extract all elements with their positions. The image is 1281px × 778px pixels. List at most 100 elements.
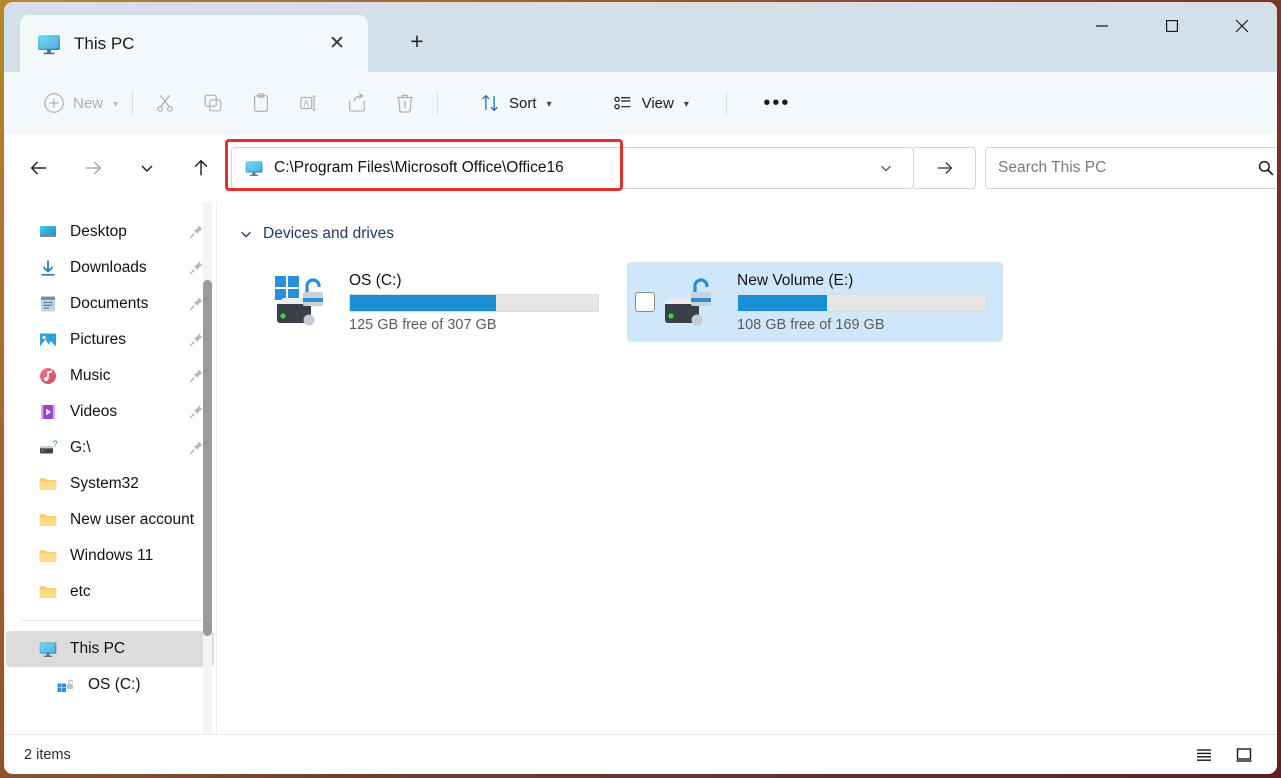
maximize-icon (1166, 20, 1179, 33)
explorer-body: Desktop Downloads Documents Pictures Mus… (4, 202, 1277, 734)
status-bar: 2 items (4, 734, 1277, 774)
details-view-button[interactable] (1187, 740, 1221, 770)
desktop-icon (40, 226, 56, 237)
search-input[interactable]: Search This PC (985, 147, 1277, 189)
sidebar-item-g-drive[interactable]: ? G:\ (6, 430, 214, 466)
sidebar-item-etc[interactable]: etc (6, 574, 214, 610)
devices-and-drives-header[interactable]: Devices and drives (239, 220, 394, 248)
close-button[interactable] (1207, 2, 1277, 50)
item-count-label: 2 items (24, 746, 71, 763)
details-view-icon (1197, 748, 1211, 761)
trash-icon (396, 94, 414, 113)
rename-button[interactable]: A (285, 83, 333, 123)
sidebar-item-pictures[interactable]: Pictures (6, 322, 214, 358)
new-button[interactable]: New ▾ (32, 83, 124, 123)
paste-button[interactable] (237, 83, 285, 123)
recent-locations-button[interactable] (126, 148, 168, 188)
address-row: C:\Program Files\Microsoft Office\Office… (4, 134, 1277, 202)
up-button[interactable] (180, 148, 222, 188)
sidebar-item-label: Downloads (70, 259, 147, 276)
sidebar-item-os-c[interactable]: OS (C:) (6, 667, 214, 703)
pin-icon[interactable] (188, 296, 204, 312)
sidebar-item-videos[interactable]: Videos (6, 394, 214, 430)
pin-icon[interactable] (188, 332, 204, 348)
drive-free-text: 108 GB free of 169 GB (737, 316, 885, 333)
sidebar-item-system32[interactable]: System32 (6, 466, 214, 502)
title-bar: This PC ✕ + (4, 2, 1277, 72)
search-placeholder: Search This PC (998, 159, 1107, 176)
sidebar-item-new-user-account[interactable]: New user account (6, 502, 214, 538)
address-bar-wrapper: C:\Program Files\Microsoft Office\Office… (225, 139, 914, 191)
cut-button[interactable] (141, 83, 189, 123)
scissors-icon (157, 94, 173, 112)
folder-icon (39, 478, 57, 490)
sidebar-scrollbar-thumb[interactable] (203, 280, 212, 636)
sidebar-item-this-pc[interactable]: This PC (6, 631, 214, 667)
svg-text:?: ? (53, 439, 58, 449)
toolbar-divider-3 (725, 91, 727, 115)
address-dropdown-button[interactable] (871, 153, 901, 183)
svg-text:A: A (304, 99, 310, 108)
maximize-button[interactable] (1137, 2, 1207, 50)
tab-title: This PC (74, 33, 135, 53)
drive-checkbox[interactable] (635, 292, 655, 312)
large-icons-view-button[interactable] (1227, 740, 1261, 770)
drive-icon: ? (40, 439, 58, 454)
sidebar-item-desktop[interactable]: Desktop (6, 214, 214, 250)
drive-name: OS (C:) (349, 271, 402, 289)
pin-icon[interactable] (188, 224, 204, 240)
view-toggle-group (1187, 740, 1261, 770)
file-explorer-window: This PC ✕ + New ▾ A Sort ▾ View ▾ ••• C:… (4, 2, 1277, 774)
sort-button[interactable]: Sort ▾ (468, 83, 563, 123)
toolbar-divider-2 (437, 91, 439, 115)
drive-info: New Volume (E:) 108 GB free of 169 GB (737, 272, 995, 333)
toolbar-divider-1 (132, 91, 134, 115)
address-bar[interactable]: C:\Program Files\Microsoft Office\Office… (231, 147, 914, 189)
drive-tile-os-c[interactable]: OS (C:) 125 GB free of 307 GB (239, 262, 615, 342)
sort-button-label: Sort (509, 94, 537, 112)
sidebar-item-music[interactable]: Music (6, 358, 214, 394)
chevron-down-icon: ▾ (113, 98, 119, 110)
pin-icon[interactable] (188, 368, 204, 384)
arrow-right-icon (937, 162, 952, 174)
share-button[interactable] (333, 83, 381, 123)
view-button[interactable]: View ▾ (601, 83, 700, 123)
go-button[interactable] (914, 147, 976, 189)
new-tab-button[interactable]: + (396, 22, 438, 60)
sidebar-item-windows-11[interactable]: Windows 11 (6, 538, 214, 574)
copy-button[interactable] (189, 83, 237, 123)
more-options-button[interactable]: ••• (753, 83, 801, 123)
tab-close-icon[interactable]: ✕ (322, 29, 352, 59)
pin-icon[interactable] (188, 404, 204, 420)
delete-button[interactable] (381, 83, 429, 123)
minimize-button[interactable] (1067, 2, 1137, 50)
videos-icon (41, 405, 55, 419)
arrow-left-icon (30, 161, 47, 175)
drive-free-text: 125 GB free of 307 GB (349, 316, 497, 333)
pin-icon[interactable] (188, 260, 204, 276)
sort-icon (482, 94, 498, 112)
back-button[interactable] (18, 148, 60, 188)
sidebar-item-label: Pictures (70, 331, 126, 348)
navigation-pane: Desktop Downloads Documents Pictures Mus… (4, 202, 216, 734)
documents-icon (41, 296, 55, 312)
drive-usage-fill (350, 294, 497, 311)
sidebar-item-documents[interactable]: Documents (6, 286, 214, 322)
chevron-down-icon (881, 165, 891, 172)
sidebar-item-label: This PC (70, 640, 126, 657)
view-button-label: View (641, 94, 674, 112)
this-pc-icon (39, 642, 57, 657)
rename-icon: A (300, 95, 316, 111)
pin-icon[interactable] (188, 440, 204, 456)
forward-button[interactable] (72, 148, 114, 188)
downloads-icon (41, 260, 55, 276)
folder-icon (39, 514, 57, 526)
sidebar-item-downloads[interactable]: Downloads (6, 250, 214, 286)
sidebar-lower-group: This PC OS (C:) (4, 620, 216, 703)
tab-this-pc[interactable]: This PC ✕ (20, 15, 368, 72)
drive-tile-new-volume-e[interactable]: New Volume (E:) 108 GB free of 169 GB (627, 262, 1003, 342)
sidebar-item-label: System32 (70, 475, 139, 492)
drive-usage-bar (349, 293, 599, 312)
chevron-down-icon (141, 165, 153, 172)
minimize-icon (1096, 25, 1108, 27)
